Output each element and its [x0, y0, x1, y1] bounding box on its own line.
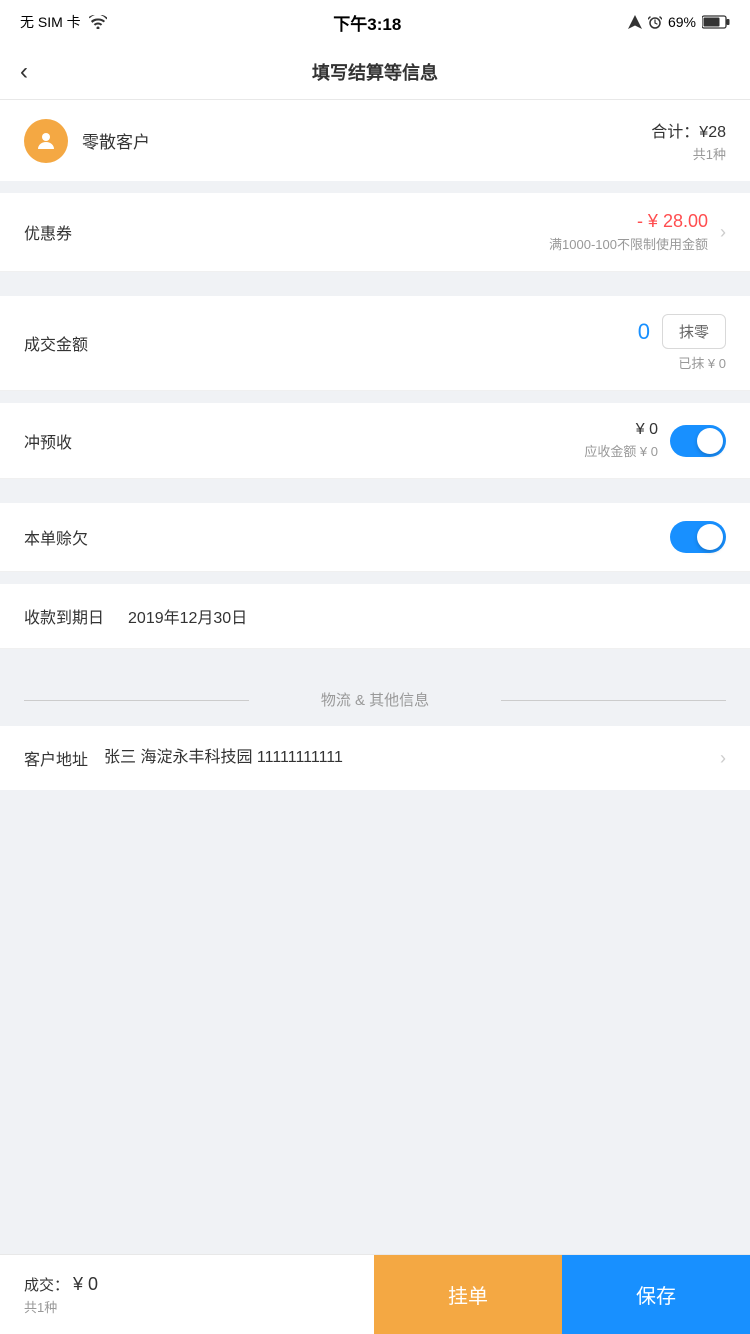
address-left: 客户地址 张三 海淀永丰科技园 11111111111 — [24, 746, 720, 770]
nav-bar: ‹ 填写结算等信息 — [0, 44, 750, 100]
coupon-value: - ¥ 28.00 满1000-100不限制使用金额 — [549, 211, 708, 253]
coupon-chevron-icon: › — [720, 222, 726, 243]
status-bar: 无 SIM 卡 下午3:18 69% — [0, 0, 750, 44]
due-date-value: 2019年12月30日 — [128, 604, 247, 628]
due-date-label: 收款到期日 — [24, 604, 104, 628]
advance-value: ¥ 0 应收金额 ¥ 0 — [584, 421, 658, 460]
divider-1 — [0, 284, 750, 296]
due-date-row: 收款到期日 2019年12月30日 — [0, 584, 750, 649]
customer-name: 零散客户 — [82, 128, 150, 153]
bottom-count: 共1种 — [24, 1297, 350, 1316]
debt-row: 本单赊欠 — [0, 503, 750, 572]
due-date-content: 收款到期日 2019年12月30日 — [24, 604, 726, 628]
location-icon — [628, 15, 642, 29]
logistics-title: 物流 & 其他信息 — [321, 692, 429, 709]
transaction-input-area: 0 抹零 — [608, 314, 726, 349]
coupon-discount: - ¥ 28.00 — [549, 211, 708, 232]
content: 零散客户 合计：¥28 共1种 优惠券 - ¥ 28.00 满1000-100不… — [0, 100, 750, 882]
advance-right: ¥ 0 应收金额 ¥ 0 — [584, 421, 726, 460]
advance-sub: 应收金额 ¥ 0 — [584, 441, 658, 460]
logistics-header: 物流 & 其他信息 — [0, 673, 750, 726]
status-right: 69% — [628, 14, 730, 30]
battery-text: 69% — [668, 14, 696, 30]
page-title: 填写结算等信息 — [312, 59, 438, 85]
debt-toggle-knob — [697, 524, 723, 550]
customer-avatar — [24, 119, 68, 163]
transaction-amount[interactable]: 0 — [620, 319, 650, 345]
pending-button[interactable]: 挂单 — [374, 1255, 562, 1334]
address-chevron-icon: › — [720, 748, 726, 769]
address-row[interactable]: 客户地址 张三 海淀永丰科技园 11111111111 › — [0, 726, 750, 790]
advance-label: 冲预收 — [24, 429, 72, 453]
deal-amount: ¥ 0 — [73, 1274, 98, 1295]
save-button[interactable]: 保存 — [562, 1255, 750, 1334]
deal-label: 成交： — [24, 1274, 69, 1295]
transaction-sub: 已抹 ¥ 0 — [608, 353, 726, 372]
coupon-right: - ¥ 28.00 满1000-100不限制使用金额 › — [549, 211, 726, 253]
debt-toggle[interactable] — [670, 521, 726, 553]
customer-count: 共1种 — [651, 144, 726, 163]
divider-3 — [0, 661, 750, 673]
customer-right: 合计：¥28 共1种 — [651, 118, 726, 163]
divider-2 — [0, 491, 750, 503]
customer-left: 零散客户 — [24, 119, 150, 163]
address-value: 张三 海淀永丰科技园 11111111111 — [104, 746, 343, 770]
coupon-label: 优惠券 — [24, 220, 72, 244]
wifi-icon — [89, 15, 107, 29]
coupon-row[interactable]: 优惠券 - ¥ 28.00 满1000-100不限制使用金额 › — [0, 193, 750, 272]
bottom-bar: 成交： ¥ 0 共1种 挂单 保存 — [0, 1254, 750, 1334]
advance-payment-row: 冲预收 ¥ 0 应收金额 ¥ 0 — [0, 403, 750, 479]
transaction-row: 成交金额 0 抹零 已抹 ¥ 0 — [0, 296, 750, 391]
advance-toggle[interactable] — [670, 425, 726, 457]
back-button[interactable]: ‹ — [20, 58, 28, 86]
round-button[interactable]: 抹零 — [662, 314, 726, 349]
debt-label: 本单赊欠 — [24, 525, 88, 549]
advance-toggle-knob — [697, 428, 723, 454]
no-sim-text: 无 SIM 卡 — [20, 12, 81, 32]
customer-row: 零散客户 合计：¥28 共1种 — [0, 100, 750, 181]
status-time: 下午3:18 — [333, 10, 401, 35]
bottom-deal: 成交： ¥ 0 — [24, 1274, 350, 1295]
transaction-label: 成交金额 — [24, 331, 88, 355]
advance-amount: ¥ 0 — [584, 421, 658, 439]
bottom-info: 成交： ¥ 0 共1种 — [0, 1274, 374, 1316]
status-left: 无 SIM 卡 — [20, 12, 107, 32]
battery-icon — [702, 15, 730, 29]
address-label: 客户地址 — [24, 746, 88, 770]
alarm-icon — [648, 15, 662, 29]
customer-total: 合计：¥28 — [651, 118, 726, 142]
coupon-desc: 满1000-100不限制使用金额 — [549, 234, 708, 253]
